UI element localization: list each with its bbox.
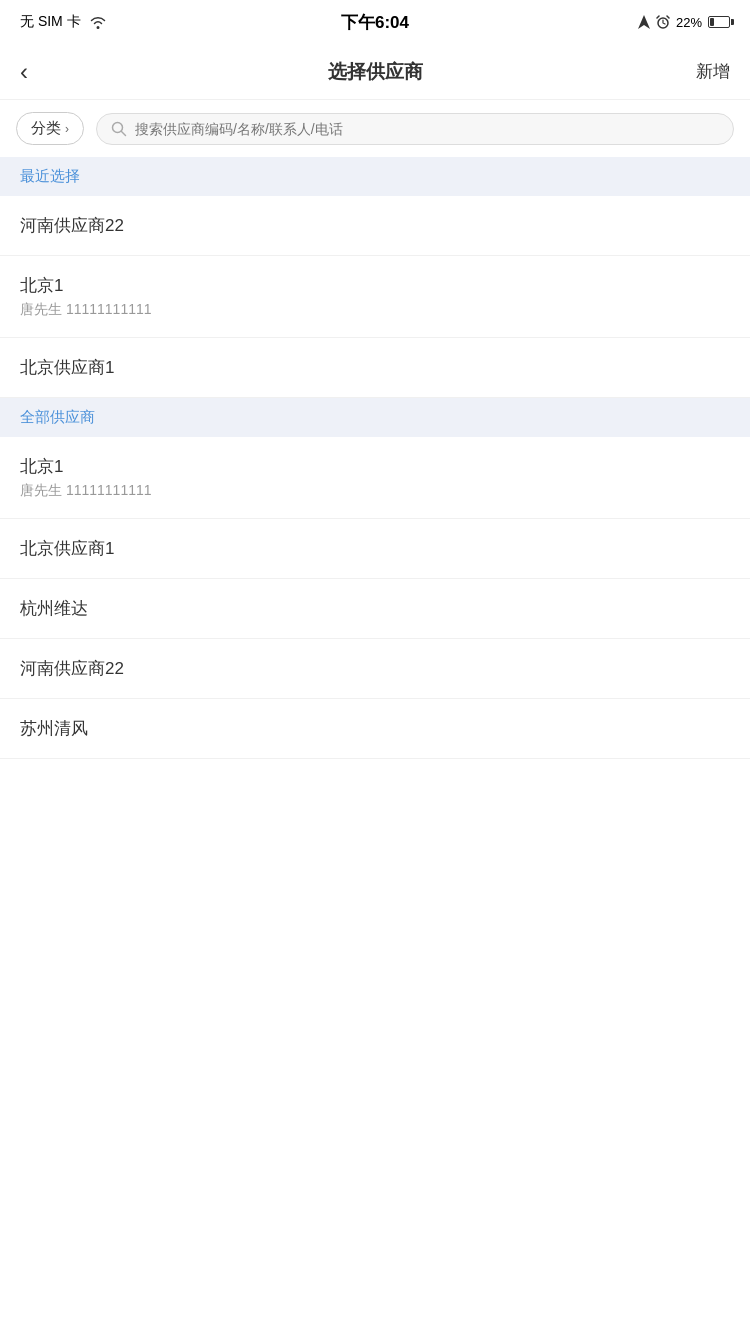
- status-bar: 无 SIM 卡 下午6:04 22%: [0, 0, 750, 44]
- item-contact: 唐先生 11111111111: [20, 301, 730, 319]
- list-item[interactable]: 北京1 唐先生 11111111111: [0, 256, 750, 338]
- wifi-icon: [89, 15, 107, 29]
- item-name: 杭州维达: [20, 597, 730, 620]
- list-item[interactable]: 北京供应商1: [0, 519, 750, 579]
- status-time: 下午6:04: [341, 11, 409, 34]
- nav-bar: ‹ 选择供应商 新增: [0, 44, 750, 100]
- location-icon: [638, 15, 650, 29]
- list-item[interactable]: 苏州清风: [0, 699, 750, 759]
- battery-icon: [708, 16, 730, 28]
- alarm-icon: [656, 15, 670, 29]
- list-item[interactable]: 河南供应商22: [0, 196, 750, 256]
- item-name: 河南供应商22: [20, 214, 730, 237]
- chevron-right-icon: ›: [65, 122, 69, 136]
- item-name: 北京1: [20, 455, 730, 478]
- list-item[interactable]: 河南供应商22: [0, 639, 750, 699]
- item-contact: 唐先生 11111111111: [20, 482, 730, 500]
- search-icon: [111, 121, 127, 137]
- filter-bar: 分类 ›: [0, 100, 750, 157]
- page-title: 选择供应商: [328, 59, 423, 85]
- battery-percentage: 22%: [676, 15, 702, 30]
- item-name: 河南供应商22: [20, 657, 730, 680]
- back-button[interactable]: ‹: [12, 50, 36, 94]
- carrier-label: 无 SIM 卡: [20, 13, 81, 31]
- item-name: 北京供应商1: [20, 356, 730, 379]
- status-left: 无 SIM 卡: [20, 13, 107, 31]
- item-name: 北京1: [20, 274, 730, 297]
- list-item[interactable]: 北京1 唐先生 11111111111: [0, 437, 750, 519]
- all-items-list: 北京1 唐先生 11111111111 北京供应商1 杭州维达 河南供应商22 …: [0, 437, 750, 759]
- status-right: 22%: [638, 15, 730, 30]
- add-button[interactable]: 新增: [696, 60, 730, 83]
- all-section-header: 全部供应商: [0, 398, 750, 437]
- search-input[interactable]: [135, 121, 719, 137]
- recent-items-list: 河南供应商22 北京1 唐先生 11111111111 北京供应商1: [0, 196, 750, 398]
- search-box: [96, 113, 734, 145]
- recent-section-header: 最近选择: [0, 157, 750, 196]
- item-name: 苏州清风: [20, 717, 730, 740]
- list-item[interactable]: 北京供应商1: [0, 338, 750, 398]
- list-item[interactable]: 杭州维达: [0, 579, 750, 639]
- all-section-label: 全部供应商: [20, 408, 95, 425]
- category-label: 分类: [31, 119, 61, 138]
- recent-section-label: 最近选择: [20, 167, 80, 184]
- item-name: 北京供应商1: [20, 537, 730, 560]
- category-button[interactable]: 分类 ›: [16, 112, 84, 145]
